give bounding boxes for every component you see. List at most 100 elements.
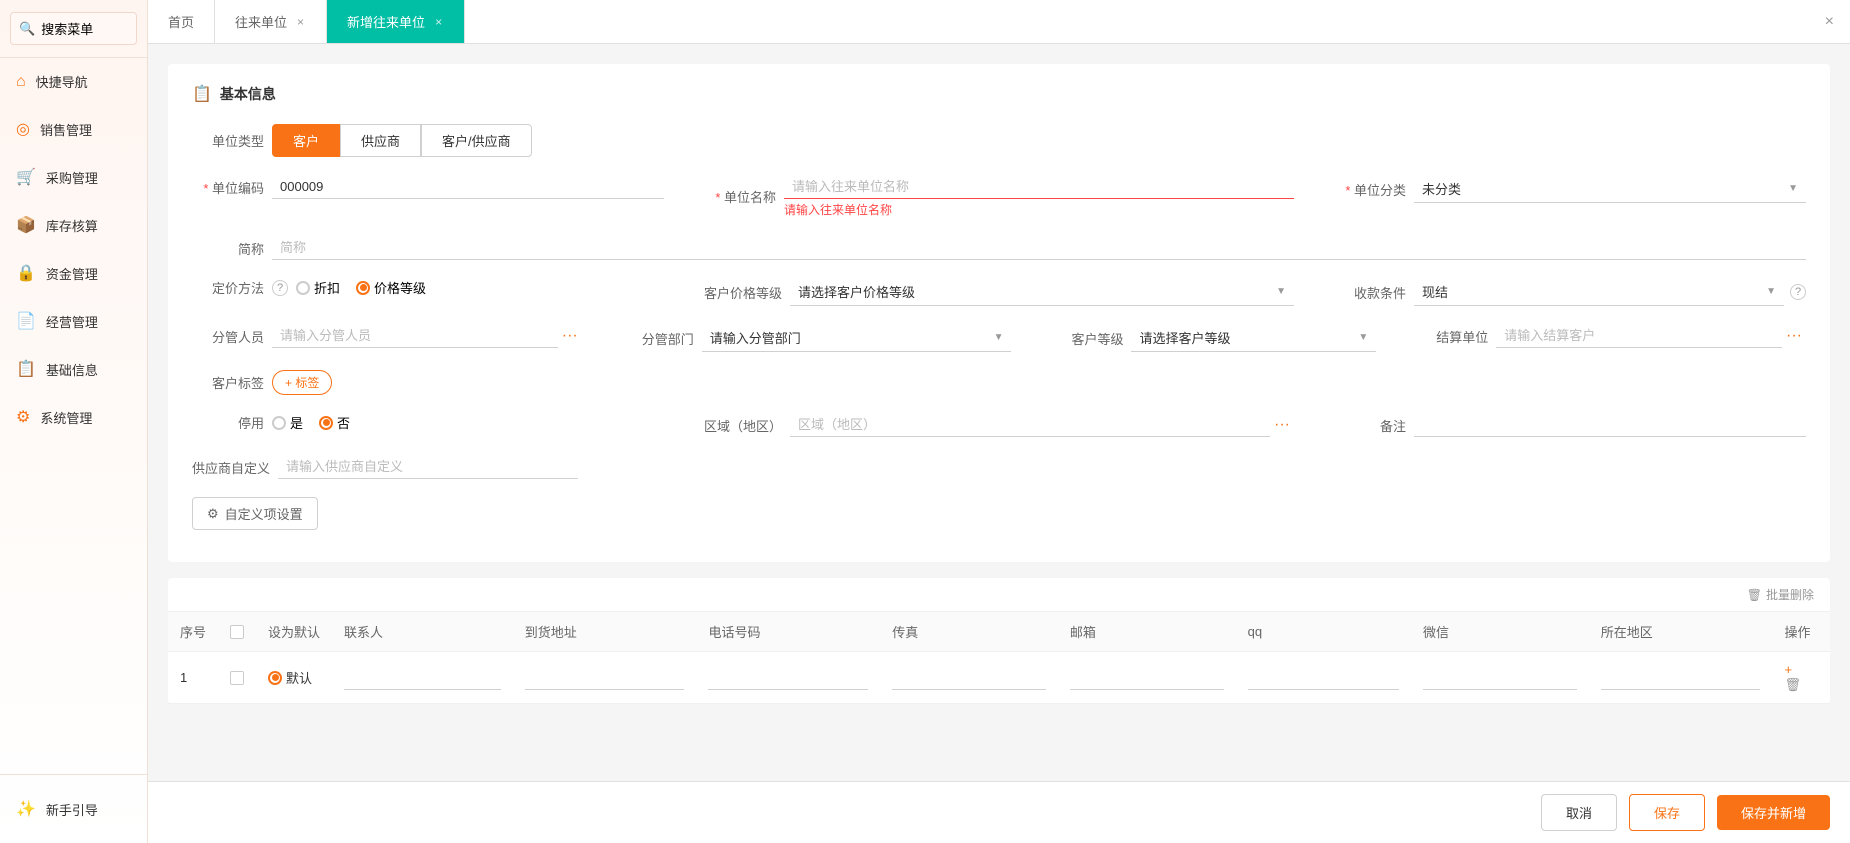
- inventory-icon: 📦: [16, 215, 36, 235]
- select-all-checkbox[interactable]: [230, 625, 244, 639]
- customer-price-level-select[interactable]: 请选择客户价格等级 ▼: [790, 278, 1294, 306]
- save-button[interactable]: 保存: [1629, 794, 1705, 831]
- department-placeholder: 请输入分管部门: [710, 328, 994, 347]
- sidebar-search-area[interactable]: 🔍 搜索菜单: [0, 0, 147, 58]
- contact-input[interactable]: [344, 666, 501, 690]
- payment-terms-label: 收款条件: [1334, 283, 1414, 302]
- close-all-tabs[interactable]: ×: [1809, 0, 1850, 43]
- batch-delete-label: 批量删除: [1766, 586, 1814, 603]
- sidebar-item-sales[interactable]: ◎ 销售管理: [0, 105, 147, 153]
- pricing-level-label: 价格等级: [374, 278, 426, 297]
- col-seq: 序号: [168, 612, 218, 652]
- disable-yes[interactable]: 是: [272, 413, 303, 432]
- sidebar-item-quick-nav[interactable]: ⌂ 快捷导航: [0, 58, 147, 105]
- sidebar-item-new-guide[interactable]: ✨ 新手引导: [0, 785, 147, 833]
- sidebar-item-basic-info[interactable]: 📋 基础信息: [0, 345, 147, 393]
- batch-delete-btn[interactable]: 🗑 批量删除: [1747, 586, 1814, 603]
- tags-row: 客户标签 + 标签: [192, 370, 1806, 395]
- address-input[interactable]: [525, 666, 685, 690]
- custom-settings-btn[interactable]: ⚙ 自定义项设置: [192, 497, 318, 530]
- cell-phone[interactable]: [696, 652, 880, 704]
- supplier-custom-input[interactable]: [278, 455, 578, 479]
- sidebar-item-label: 基础信息: [46, 360, 98, 379]
- phone-input[interactable]: [708, 666, 868, 690]
- sidebar-item-operations[interactable]: 📄 经营管理: [0, 297, 147, 345]
- table-region-input[interactable]: [1601, 666, 1761, 690]
- pricing-discount[interactable]: 折扣: [296, 278, 340, 297]
- save-and-new-button[interactable]: 保存并新增: [1717, 795, 1830, 830]
- cell-address[interactable]: [513, 652, 697, 704]
- add-tag-btn[interactable]: + 标签: [272, 370, 332, 395]
- sidebar-item-finance[interactable]: 🔒 资金管理: [0, 249, 147, 297]
- tags-label: 客户标签: [192, 373, 272, 392]
- disable-no[interactable]: 否: [319, 413, 350, 432]
- cell-email[interactable]: [1058, 652, 1236, 704]
- finance-icon: 🔒: [16, 263, 36, 283]
- pricing-help-icon[interactable]: ?: [272, 280, 288, 296]
- sidebar-item-system[interactable]: ⚙ 系统管理: [0, 393, 147, 441]
- remark-input[interactable]: [1414, 413, 1806, 437]
- settlement-dots-btn[interactable]: ···: [1782, 327, 1806, 345]
- disable-region-row: 停用 是 否 区域（地区） ···: [192, 413, 1806, 437]
- department-select[interactable]: 请输入分管部门 ▼: [702, 324, 1012, 352]
- pricing-level[interactable]: 价格等级: [356, 278, 426, 297]
- manager-dots-btn[interactable]: ···: [558, 327, 582, 345]
- tab-trading-units-close[interactable]: ×: [295, 13, 306, 31]
- col-action: 操作: [1772, 612, 1830, 652]
- col-phone: 电话号码: [696, 612, 880, 652]
- cell-fax[interactable]: [880, 652, 1058, 704]
- remark-field: 备注: [1334, 413, 1806, 437]
- cell-contact[interactable]: [332, 652, 513, 704]
- short-name-row: 简称: [192, 236, 1806, 260]
- payment-help-icon[interactable]: ?: [1790, 284, 1806, 300]
- unit-type-row: 单位类型 客户 供应商 客户/供应商: [192, 124, 1806, 157]
- short-name-input[interactable]: [272, 236, 1806, 260]
- col-default: 设为默认: [256, 612, 332, 652]
- customer-level-select[interactable]: 请选择客户等级 ▼: [1131, 324, 1376, 352]
- unit-category-select[interactable]: 未分类 ▼: [1414, 175, 1806, 203]
- default-radio-item[interactable]: 默认: [268, 668, 312, 687]
- manager-input[interactable]: [272, 324, 558, 348]
- unit-type-both-btn[interactable]: 客户/供应商: [421, 124, 532, 157]
- cancel-button[interactable]: 取消: [1541, 794, 1617, 831]
- qq-input[interactable]: [1248, 666, 1399, 690]
- unit-code-label: 单位编码: [192, 178, 272, 197]
- cell-checkbox: [218, 652, 256, 704]
- payment-terms-select[interactable]: 现结 ▼: [1414, 278, 1784, 306]
- sidebar: 🔍 搜索菜单 ⌂ 快捷导航 ◎ 销售管理 🛒 采购管理 📦 库存核算 🔒 资金管…: [0, 0, 148, 843]
- tags-field: 客户标签 + 标签: [192, 370, 1806, 395]
- add-row-btn[interactable]: +: [1784, 662, 1792, 677]
- cell-qq[interactable]: [1236, 652, 1411, 704]
- sidebar-item-purchase[interactable]: 🛒 采购管理: [0, 153, 147, 201]
- home-icon: ⌂: [16, 73, 26, 91]
- unit-name-input[interactable]: [784, 175, 1294, 199]
- fax-input[interactable]: [892, 666, 1046, 690]
- region-input[interactable]: [790, 413, 1270, 437]
- code-name-category-row: 单位编码 单位名称 请输入往来单位名称 单位分类 未分类 ▼: [192, 175, 1806, 218]
- supplier-custom-field: 供应商自定义: [192, 455, 1806, 479]
- region-dots-btn[interactable]: ···: [1270, 416, 1294, 434]
- tab-trading-units[interactable]: 往来单位 ×: [215, 0, 327, 43]
- wechat-input[interactable]: [1423, 666, 1577, 690]
- unit-type-customer-btn[interactable]: 客户: [272, 124, 340, 157]
- col-checkbox: [218, 612, 256, 652]
- content-area: 📋 基本信息 单位类型 客户 供应商 客户/供应商 单位编码: [148, 44, 1850, 781]
- settlement-unit-input[interactable]: [1496, 324, 1782, 348]
- remark-label: 备注: [1334, 416, 1414, 435]
- search-menu-button[interactable]: 🔍 搜索菜单: [10, 12, 137, 45]
- tab-new-trading-unit-close[interactable]: ×: [433, 13, 444, 31]
- sidebar-item-inventory[interactable]: 📦 库存核算: [0, 201, 147, 249]
- unit-name-error: 请输入往来单位名称: [784, 201, 1294, 218]
- search-icon: 🔍: [19, 21, 35, 37]
- cell-region[interactable]: [1589, 652, 1773, 704]
- unit-type-supplier-btn[interactable]: 供应商: [340, 124, 421, 157]
- unit-code-input[interactable]: [272, 175, 664, 199]
- row-checkbox[interactable]: [230, 671, 244, 685]
- cell-wechat[interactable]: [1411, 652, 1589, 704]
- tab-new-trading-unit[interactable]: 新增往来单位 ×: [327, 0, 465, 43]
- delete-row-btn[interactable]: 🗑: [1784, 677, 1801, 692]
- tab-home[interactable]: 首页: [148, 0, 215, 43]
- tab-spacer: [465, 0, 1809, 43]
- table-header-row: 序号 设为默认 联系人 到货地址 电话号码 传真 邮箱 qq: [168, 612, 1830, 652]
- email-input[interactable]: [1070, 666, 1224, 690]
